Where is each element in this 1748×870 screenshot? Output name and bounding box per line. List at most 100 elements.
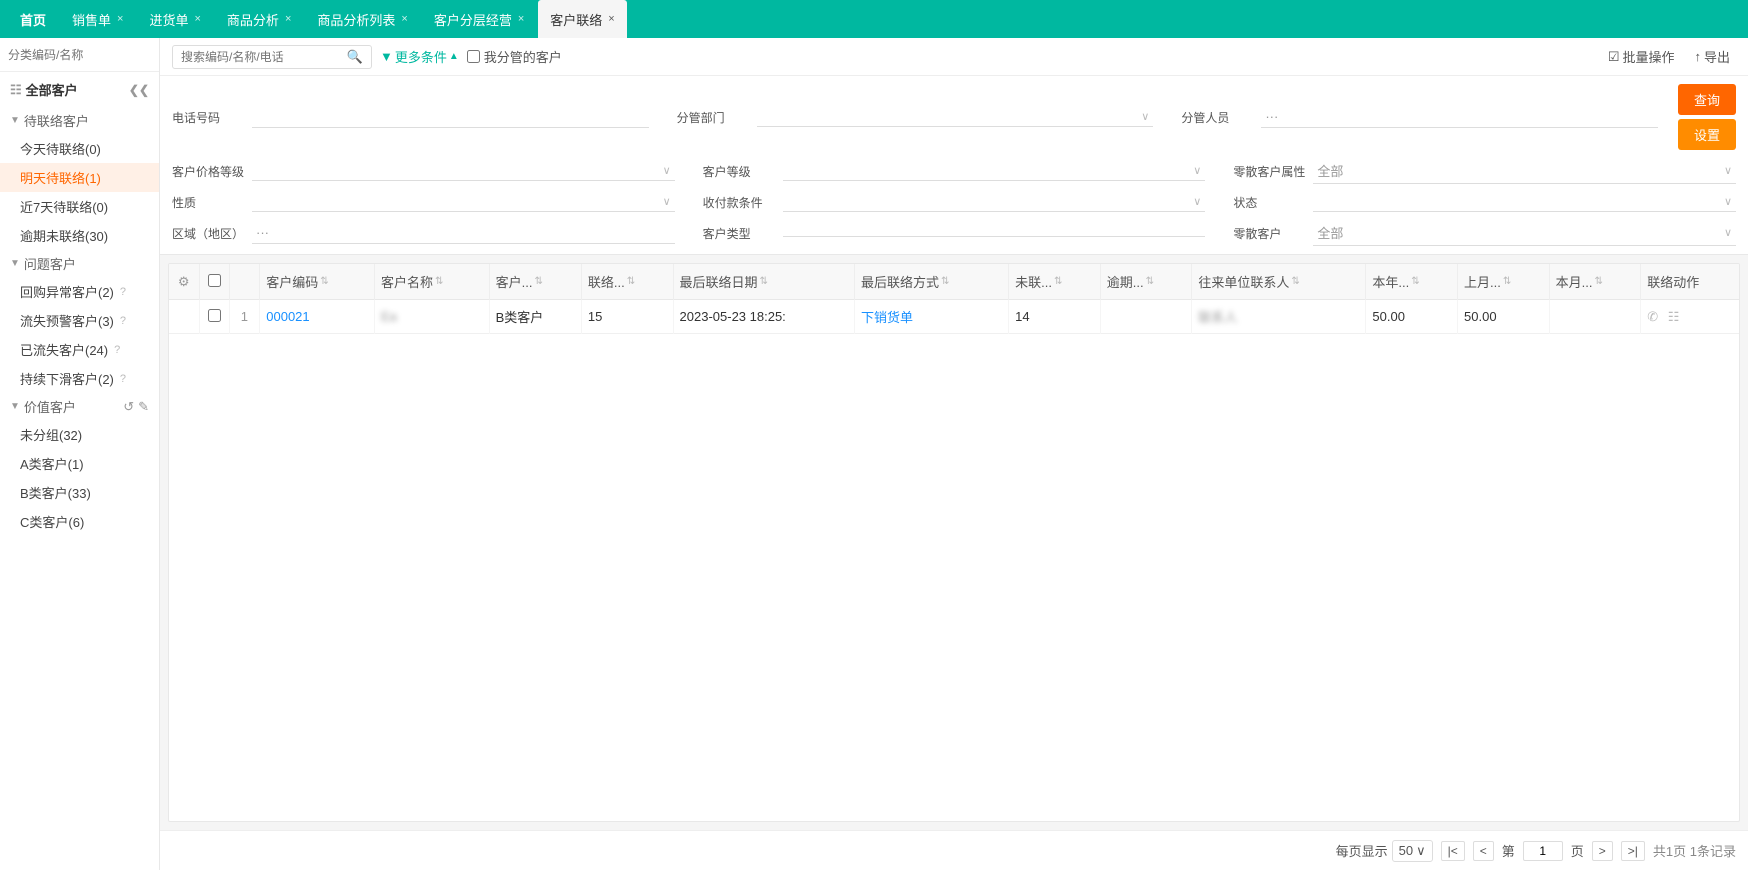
filter-customer-type-label: 客户类型	[703, 225, 783, 242]
th-last-contact-date[interactable]: 最后联络日期⇅	[673, 264, 854, 300]
nav-tab-customer-contact[interactable]: 客户联络 ×	[538, 0, 626, 38]
nav-home[interactable]: 首页	[8, 0, 58, 38]
my-customers-check[interactable]	[467, 50, 480, 63]
page-size-box[interactable]: 50 ∨	[1392, 840, 1433, 862]
sidebar-item-class-a[interactable]: A类客户(1)	[0, 449, 159, 478]
sidebar-item-ungrouped[interactable]: 未分组(32)	[0, 420, 159, 449]
page-next-btn[interactable]: >	[1592, 841, 1613, 861]
sidebar-item-churned[interactable]: 已流失客户(24) ?	[0, 335, 159, 364]
th-last-contact-method[interactable]: 最后联络方式⇅	[854, 264, 1008, 300]
page-input[interactable]	[1523, 841, 1563, 861]
nav-tab-product-analysis-list-close[interactable]: ×	[401, 13, 407, 25]
sidebar-item-7days[interactable]: 近7天待联络(0)	[0, 192, 159, 221]
row-checkbox[interactable]	[208, 309, 221, 322]
th-checkbox[interactable]	[199, 264, 229, 300]
action-grid-icon[interactable]: ☷	[1668, 309, 1680, 324]
page-first-btn[interactable]: |<	[1441, 841, 1465, 861]
sidebar-item-churned-help[interactable]: ?	[114, 344, 120, 356]
filter-retail-attr-value: 全部	[1317, 161, 1343, 180]
nav-tab-sales-close[interactable]: ×	[117, 13, 123, 25]
sidebar-value-edit-icon[interactable]: ✎	[138, 399, 149, 415]
th-unit-contact[interactable]: 往来单位联系人⇅	[1192, 264, 1366, 300]
th-settings[interactable]: ⚙	[169, 264, 199, 300]
td-row-contact: 15	[581, 300, 673, 334]
td-row-code[interactable]: 000021	[260, 300, 375, 334]
sidebar-item-tomorrow[interactable]: 明天待联络(1)	[0, 163, 159, 192]
page-last-btn[interactable]: >|	[1621, 841, 1645, 861]
nav-tab-purchase-close[interactable]: ×	[194, 13, 200, 25]
nav-tab-purchase[interactable]: 进货单 ×	[137, 0, 212, 38]
filter-retail-attr-select[interactable]: 全部 ∨	[1313, 158, 1736, 184]
filter-phone-input[interactable]	[252, 107, 649, 128]
set-button[interactable]: 设置	[1678, 119, 1736, 150]
sidebar-all-customers[interactable]: ☷ 全部客户 ❮❮	[0, 72, 159, 107]
query-button[interactable]: 查询	[1678, 84, 1736, 115]
th-this-year[interactable]: 本年...⇅	[1366, 264, 1458, 300]
filter-my-customers-checkbox[interactable]: 我分管的客户	[467, 47, 562, 66]
filter-field-price-level: 客户价格等级 ∨	[172, 161, 675, 181]
sidebar-item-repurchase-help[interactable]: ?	[120, 286, 126, 298]
filter-search-input[interactable]	[181, 50, 343, 64]
sidebar-item-repurchase-abnormal[interactable]: 回购异常客户(2) ?	[0, 277, 159, 306]
nav-tab-customer-tier-close[interactable]: ×	[518, 13, 524, 25]
sidebar-item-today[interactable]: 今天待联络(0)	[0, 134, 159, 163]
customer-code-link[interactable]: 000021	[266, 309, 309, 324]
last-method-link[interactable]: 下销货单	[861, 310, 913, 325]
td-row-checkbox[interactable]	[199, 300, 229, 334]
filter-region-dots-icon[interactable]: ···	[256, 225, 269, 240]
filter-more-btn[interactable]: ▼ 更多条件 ▲	[380, 47, 459, 66]
nav-tab-sales[interactable]: 销售单 ×	[60, 0, 135, 38]
page-prev-btn[interactable]: <	[1473, 841, 1494, 861]
action-phone-icon[interactable]: ✆	[1647, 309, 1658, 324]
filter-field-payment: 收付款条件 ∨	[703, 192, 1206, 212]
sidebar-collapse-btn[interactable]: ❮❮	[129, 83, 149, 97]
filter-retail-customer-value: 全部	[1317, 223, 1343, 242]
sidebar-item-declining-help[interactable]: ?	[120, 373, 126, 385]
filter-retail-attr-chevron-icon: ∨	[1724, 164, 1732, 177]
filter-dept-select[interactable]: ∨	[757, 107, 1154, 127]
sidebar-all-customers-label: 全部客户	[26, 80, 78, 99]
filter-search-icon[interactable]: 🔍	[347, 49, 363, 65]
td-row-last-month: 50.00	[1458, 300, 1550, 334]
th-no-contact[interactable]: 未联...⇅	[1009, 264, 1101, 300]
td-row-last-method[interactable]: 下销货单	[854, 300, 1008, 334]
nav-tab-product-analysis[interactable]: 商品分析 ×	[215, 0, 303, 38]
export-label: 导出	[1704, 47, 1730, 66]
th-code[interactable]: 客户编码⇅	[260, 264, 375, 300]
filter-customer-level-select[interactable]: ∨	[783, 161, 1206, 181]
sidebar-item-class-c[interactable]: C类客户(6)	[0, 507, 159, 536]
nav-tab-customer-tier[interactable]: 客户分层经营 ×	[422, 0, 536, 38]
filter-payment-label: 收付款条件	[703, 194, 783, 211]
sidebar-item-class-b[interactable]: B类客户(33)	[0, 478, 159, 507]
select-all-checkbox[interactable]	[208, 274, 221, 287]
sidebar-item-churn-warning-help[interactable]: ?	[120, 315, 126, 327]
filter-manager-select[interactable]: ···	[1261, 106, 1658, 128]
nav-tab-product-analysis-list[interactable]: 商品分析列表 ×	[305, 0, 419, 38]
th-this-month[interactable]: 本月...⇅	[1549, 264, 1641, 300]
filter-customer-type-select[interactable]	[783, 230, 1206, 237]
filter-payment-select[interactable]: ∨	[783, 192, 1206, 212]
sidebar-item-churn-warning[interactable]: 流失预警客户(3) ?	[0, 306, 159, 335]
filter-manager-dots-icon[interactable]: ···	[1265, 109, 1278, 124]
filter-retail-customer-select[interactable]: 全部 ∨	[1313, 220, 1736, 246]
nav-tab-product-analysis-close[interactable]: ×	[285, 13, 291, 25]
filter-price-level-select[interactable]: ∨	[252, 161, 675, 181]
th-category[interactable]: 客户...⇅	[489, 264, 581, 300]
sidebar-item-declining[interactable]: 持续下滑客户(2) ?	[0, 364, 159, 393]
sidebar-value-refresh-icon[interactable]: ↺	[123, 399, 134, 415]
th-name[interactable]: 客户名称⇅	[374, 264, 489, 300]
sidebar-search-input[interactable]	[8, 48, 160, 62]
export-btn[interactable]: ↑ 导出	[1688, 44, 1736, 69]
page-suffix: 页	[1571, 841, 1584, 860]
nav-tab-customer-contact-close[interactable]: ×	[608, 13, 614, 25]
th-last-month[interactable]: 上月...⇅	[1458, 264, 1550, 300]
sidebar-item-overdue[interactable]: 逾期未联络(30)	[0, 221, 159, 250]
nav-home-label: 首页	[20, 10, 46, 29]
filter-status-select[interactable]: ∨	[1313, 192, 1736, 212]
filter-region-select[interactable]: ···	[252, 222, 675, 244]
batch-action-btn[interactable]: ☑ 批量操作	[1602, 44, 1681, 69]
filter-gender-select[interactable]: ∨	[252, 192, 675, 212]
th-overdue[interactable]: 逾期...⇅	[1100, 264, 1192, 300]
th-contact[interactable]: 联络...⇅	[581, 264, 673, 300]
filter-field-dept: 分管部门 ∨	[677, 107, 1154, 127]
